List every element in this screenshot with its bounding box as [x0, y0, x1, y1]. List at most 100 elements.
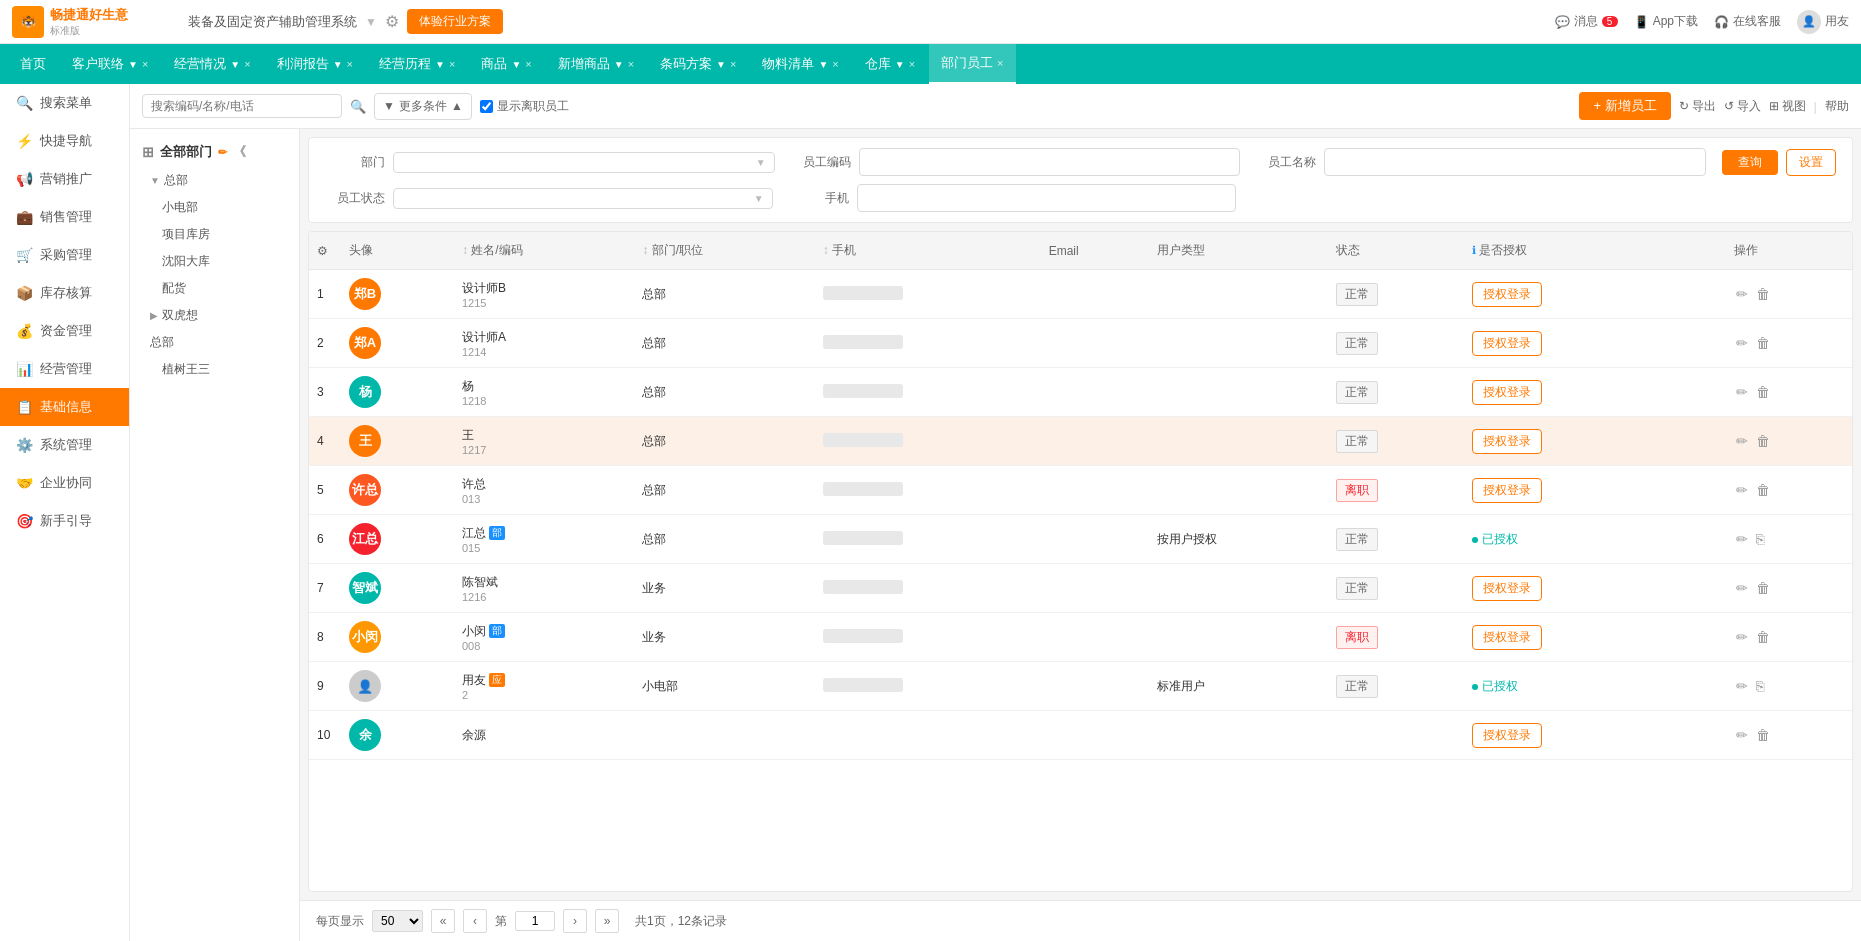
- message-btn[interactable]: 💬 消息 5: [1555, 13, 1618, 30]
- dept-item-zhishu[interactable]: 植树王三: [130, 356, 299, 383]
- tab-dept-employee[interactable]: 部门员工×: [929, 44, 1015, 84]
- add-employee-button[interactable]: + 新增员工: [1579, 92, 1670, 120]
- sidebar-item-management[interactable]: 📊 经营管理: [0, 350, 129, 388]
- sort-icon[interactable]: ↕: [823, 243, 829, 257]
- sidebar-item-quick[interactable]: ⚡ 快捷导航: [0, 122, 129, 160]
- tab-history[interactable]: 经营历程▼×: [367, 44, 467, 84]
- tab-close[interactable]: ×: [997, 57, 1003, 69]
- dept-item-peihuo[interactable]: 配货: [130, 275, 299, 302]
- auth-login-button[interactable]: 授权登录: [1472, 380, 1542, 405]
- auth-login-button[interactable]: 授权登录: [1472, 576, 1542, 601]
- help-button[interactable]: 帮助: [1825, 98, 1849, 115]
- view-button[interactable]: ⊞ 视图: [1769, 98, 1806, 115]
- delete-icon[interactable]: 🗑: [1756, 580, 1770, 596]
- dept-select[interactable]: ▼: [393, 152, 775, 173]
- delete-icon[interactable]: 🗑: [1756, 384, 1770, 400]
- import-button[interactable]: ↺ 导入: [1724, 98, 1761, 115]
- tab-warehouse[interactable]: 仓库▼×: [853, 44, 927, 84]
- sidebar-item-sales[interactable]: 💼 销售管理: [0, 198, 129, 236]
- tab-goods[interactable]: 商品▼×: [469, 44, 543, 84]
- export-button[interactable]: ↻ 导出: [1679, 98, 1716, 115]
- prev-page-button[interactable]: ‹: [463, 909, 487, 933]
- user-avatar[interactable]: 👤 用友: [1797, 10, 1849, 34]
- emp-name-input[interactable]: [1324, 148, 1706, 176]
- edit-icon[interactable]: ✏: [1736, 335, 1748, 351]
- auth-login-button[interactable]: 授权登录: [1472, 429, 1542, 454]
- dept-item-zongbu-parent[interactable]: ▼ 总部: [130, 167, 299, 194]
- delete-icon[interactable]: 🗑: [1756, 482, 1770, 498]
- sort-icon[interactable]: ↕: [642, 243, 648, 257]
- edit-icon[interactable]: ✏: [1736, 531, 1748, 547]
- phone-input[interactable]: [857, 184, 1237, 212]
- show-resigned-checkbox[interactable]: 显示离职员工: [480, 98, 569, 115]
- edit-icon[interactable]: ✏: [1736, 580, 1748, 596]
- page-number-input[interactable]: [515, 911, 555, 931]
- form-settings-button[interactable]: 设置: [1786, 149, 1836, 176]
- trial-button[interactable]: 体验行业方案: [407, 9, 503, 34]
- sidebar-item-guide[interactable]: 🎯 新手引导: [0, 502, 129, 540]
- page-size-select[interactable]: 50 100: [372, 910, 423, 932]
- delete-icon[interactable]: 🗑: [1756, 433, 1770, 449]
- tab-close[interactable]: ×: [832, 58, 838, 70]
- dept-item-xiangmu[interactable]: 项目库房: [130, 221, 299, 248]
- sidebar-item-purchase[interactable]: 🛒 采购管理: [0, 236, 129, 274]
- tab-profit[interactable]: 利润报告▼×: [265, 44, 365, 84]
- edit-icon[interactable]: ✏: [1736, 629, 1748, 645]
- dept-item-shenyang[interactable]: 沈阳大库: [130, 248, 299, 275]
- tab-barcode[interactable]: 条码方案▼×: [648, 44, 748, 84]
- settings-icon[interactable]: ⚙: [317, 244, 328, 258]
- auth-login-button[interactable]: 授权登录: [1472, 625, 1542, 650]
- dept-collapse-icon[interactable]: 《: [233, 143, 246, 161]
- first-page-button[interactable]: «: [431, 909, 455, 933]
- sidebar-item-marketing[interactable]: 📢 营销推广: [0, 160, 129, 198]
- last-page-button[interactable]: »: [595, 909, 619, 933]
- sort-icon[interactable]: ↕: [462, 243, 468, 257]
- sidebar-item-search[interactable]: 🔍 搜索菜单: [0, 84, 129, 122]
- tab-new-goods[interactable]: 新增商品▼×: [546, 44, 646, 84]
- online-service-btn[interactable]: 🎧 在线客服: [1714, 13, 1781, 30]
- delete-icon[interactable]: 🗑: [1756, 286, 1770, 302]
- sidebar-item-finance[interactable]: 💰 资金管理: [0, 312, 129, 350]
- tab-home[interactable]: 首页: [8, 44, 58, 84]
- auth-login-button[interactable]: 授权登录: [1472, 723, 1542, 748]
- search-input[interactable]: [142, 94, 342, 118]
- dept-item-zongbu[interactable]: 总部: [130, 329, 299, 356]
- status-select[interactable]: ▼: [393, 188, 773, 209]
- tab-close[interactable]: ×: [909, 58, 915, 70]
- settings-cog-icon[interactable]: ⚙: [385, 12, 399, 31]
- edit-icon[interactable]: ✏: [1736, 727, 1748, 743]
- sidebar-item-system[interactable]: ⚙️ 系统管理: [0, 426, 129, 464]
- search-button[interactable]: 🔍: [350, 99, 366, 114]
- tab-close[interactable]: ×: [347, 58, 353, 70]
- sidebar-item-inventory[interactable]: 📦 库存核算: [0, 274, 129, 312]
- copy-icon[interactable]: ⎘: [1756, 531, 1764, 547]
- edit-icon[interactable]: ✏: [1736, 482, 1748, 498]
- auth-login-button[interactable]: 授权登录: [1472, 282, 1542, 307]
- tab-operation[interactable]: 经营情况▼×: [162, 44, 262, 84]
- dept-item-xiaodian[interactable]: 小电部: [130, 194, 299, 221]
- delete-icon[interactable]: 🗑: [1756, 629, 1770, 645]
- emp-code-input[interactable]: [859, 148, 1241, 176]
- copy-icon[interactable]: ⎘: [1756, 678, 1764, 694]
- dept-edit-icon[interactable]: ✏: [218, 146, 227, 159]
- delete-icon[interactable]: 🗑: [1756, 727, 1770, 743]
- more-filter-button[interactable]: ▼ 更多条件 ▲: [374, 93, 472, 120]
- auth-login-button[interactable]: 授权登录: [1472, 331, 1542, 356]
- dept-item-shuanghu[interactable]: ▶ 双虎想: [130, 302, 299, 329]
- tab-bom[interactable]: 物料清单▼×: [750, 44, 850, 84]
- edit-icon[interactable]: ✏: [1736, 433, 1748, 449]
- sidebar-item-basic[interactable]: 📋 基础信息: [0, 388, 129, 426]
- sidebar-item-collab[interactable]: 🤝 企业协同: [0, 464, 129, 502]
- query-button[interactable]: 查询: [1722, 150, 1778, 175]
- tab-close[interactable]: ×: [730, 58, 736, 70]
- tab-close[interactable]: ×: [628, 58, 634, 70]
- app-download-btn[interactable]: 📱 App下载: [1634, 13, 1698, 30]
- edit-icon[interactable]: ✏: [1736, 678, 1748, 694]
- tab-close[interactable]: ×: [244, 58, 250, 70]
- tab-close[interactable]: ×: [525, 58, 531, 70]
- tab-close[interactable]: ×: [449, 58, 455, 70]
- edit-icon[interactable]: ✏: [1736, 384, 1748, 400]
- tab-close[interactable]: ×: [142, 58, 148, 70]
- system-dropdown-arrow[interactable]: ▼: [365, 15, 377, 29]
- resigned-checkbox-input[interactable]: [480, 100, 493, 113]
